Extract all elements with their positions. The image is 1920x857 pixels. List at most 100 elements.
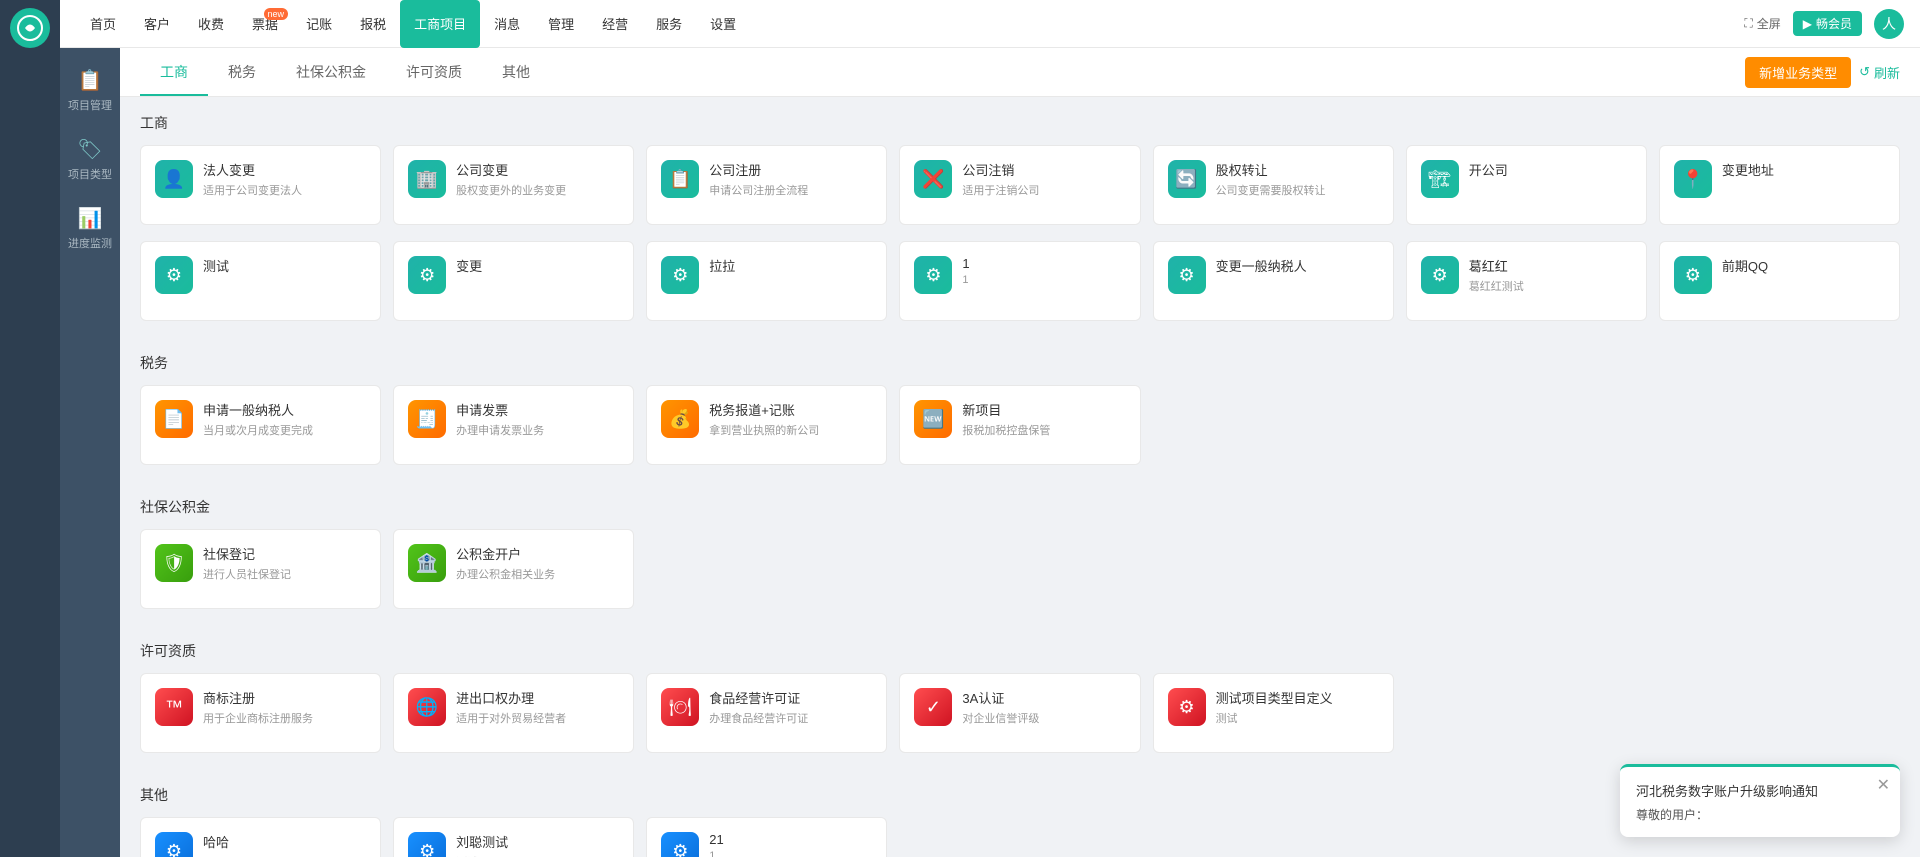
refresh-button[interactable]: ↺ 刷新 (1859, 63, 1900, 82)
card-desc: 进行人员社保登记 (203, 566, 366, 582)
nav-fee[interactable]: 收费 (184, 0, 238, 48)
sidebar-item-project-type[interactable]: 🏷 项目类型 (60, 125, 120, 194)
card-title: 3A认证 (962, 688, 1125, 707)
card-tax-report-bookkeeping[interactable]: 💰 税务报道+记账 拿到营业执照的新公司 (646, 385, 887, 465)
card-equity-transfer[interactable]: 🔄 股权转让 公司变更需要股权转让 (1153, 145, 1394, 225)
card-title: 21 (709, 832, 872, 847)
nav-business[interactable]: 工商项目 (400, 0, 480, 48)
equity-transfer-icon: 🔄 (1168, 160, 1206, 198)
card-title: 股权转让 (1216, 160, 1379, 179)
card-company-register[interactable]: 📋 公司注册 申请公司注册全流程 (646, 145, 887, 225)
project-manage-icon: 📋 (78, 68, 103, 93)
card-trademark[interactable]: ™ 商标注册 用于企业商标注册服务 (140, 673, 381, 753)
cards-grid-ss: 🛡 社保登记 进行人员社保登记 🏦 公积金开户 办理公积金相关业务 (140, 529, 1900, 609)
nav-settings[interactable]: 设置 (696, 0, 750, 48)
card-title: 公司注销 (962, 160, 1125, 179)
card-title: 测试项目类型目定义 (1216, 688, 1379, 707)
card-title: 公司变更 (456, 160, 619, 179)
card-title: 税务报道+记账 (709, 400, 872, 419)
card-haha[interactable]: ⚙ 哈哈 (140, 817, 381, 857)
nav-operation[interactable]: 经营 (588, 0, 642, 48)
left-nav: 📋 项目管理 🏷 项目类型 📊 进度监测 (60, 48, 120, 857)
card-change-address[interactable]: 📍 变更地址 (1659, 145, 1900, 225)
card1-icon: ⚙ (914, 256, 952, 294)
tab-license[interactable]: 许可资质 (386, 48, 482, 96)
card-open-company[interactable]: 🏗 开公司 (1406, 145, 1647, 225)
card21-icon: ⚙ (661, 832, 699, 857)
card-legal-change[interactable]: 👤 法人变更 适用于公司变更法人 (140, 145, 381, 225)
progress-icon: 📊 (78, 206, 103, 231)
company-cancel-icon: ❌ (914, 160, 952, 198)
cards-grid-business-1: 👤 法人变更 适用于公司变更法人 🏢 公司变更 股权变更外的业务变更 (140, 145, 1900, 225)
card-change-general-taxpayer[interactable]: ⚙ 变更一般纳税人 (1153, 241, 1394, 321)
card-company-cancel[interactable]: ❌ 公司注销 适用于注销公司 (899, 145, 1140, 225)
card-title: 哈哈 (203, 832, 366, 851)
card-desc: 公司变更需要股权转让 (1216, 182, 1379, 198)
haha-icon: ⚙ (155, 832, 193, 857)
social-register-icon: 🛡 (155, 544, 193, 582)
nav-menu: 首页 客户 收费 票据 new 记账 报税 工商项目 消息 管理 经营 服务 设… (76, 0, 1744, 48)
section-social-security: 社保公积金 🛡 社保登记 进行人员社保登记 🏦 公积金开户 办理公积金相关 (120, 481, 1920, 609)
tab-tax[interactable]: 税务 (208, 48, 276, 96)
new-project-icon: 🆕 (914, 400, 952, 438)
nav-home[interactable]: 首页 (76, 0, 130, 48)
cards-grid-tax: 📄 申请一般纳税人 当月或次月成变更完成 🧾 申请发票 办理申请发票业务 (140, 385, 1900, 465)
card-apply-invoice[interactable]: 🧾 申请发票 办理申请发票业务 (393, 385, 634, 465)
fullscreen-button[interactable]: ⛶ 全屏 (1744, 15, 1780, 32)
card-desc: 拿到营业执照的新公司 (709, 422, 872, 438)
sidebar-item-project-manage[interactable]: 📋 项目管理 (60, 56, 120, 125)
food-license-icon: 🍽 (661, 688, 699, 726)
card-test-type[interactable]: ⚙ 测试项目类型目定义 测试 (1153, 673, 1394, 753)
change-gtp-icon: ⚙ (1168, 256, 1206, 294)
card-desc: 1 (962, 274, 1125, 286)
nav-service[interactable]: 服务 (642, 0, 696, 48)
card-change[interactable]: ⚙ 变更 (393, 241, 634, 321)
card-desc: 用于企业商标注册服务 (203, 710, 366, 726)
member-button[interactable]: ▶ 畅会员 (1793, 11, 1862, 36)
card-apply-general-taxpayer[interactable]: 📄 申请一般纳税人 当月或次月成变更完成 (140, 385, 381, 465)
card-title: 变更地址 (1722, 160, 1885, 179)
sidebar-item-progress[interactable]: 📊 进度监测 (60, 194, 120, 263)
card-lala[interactable]: ⚙ 拉拉 (646, 241, 887, 321)
card-new-project[interactable]: 🆕 新项目 报税加税控盘保管 (899, 385, 1140, 465)
card-test[interactable]: ⚙ 测试 (140, 241, 381, 321)
card-title: 进出口权办理 (456, 688, 619, 707)
qq-icon: ⚙ (1674, 256, 1712, 294)
card-desc: 测试 (1216, 710, 1379, 726)
tab-other[interactable]: 其他 (482, 48, 550, 96)
nav-ticket[interactable]: 票据 new (238, 0, 292, 48)
card-title: 商标注册 (203, 688, 366, 707)
avatar[interactable]: 人 (1874, 9, 1904, 39)
card-import-export[interactable]: 🌐 进出口权办理 适用于对外贸易经营者 (393, 673, 634, 753)
card-1[interactable]: ⚙ 1 1 (899, 241, 1140, 321)
open-company-icon: 🏗 (1421, 160, 1459, 198)
add-business-type-button[interactable]: 新增业务类型 (1745, 57, 1851, 88)
card-3a-cert[interactable]: ✓ 3A认证 对企业信誉评级 (899, 673, 1140, 753)
card-liucong-test[interactable]: ⚙ 刘聪测试 测试 (393, 817, 634, 857)
tab-social-security[interactable]: 社保公积金 (276, 48, 386, 96)
card-provident-fund[interactable]: 🏦 公积金开户 办理公积金相关业务 (393, 529, 634, 609)
card-title: 公司注册 (709, 160, 872, 179)
nav-tax[interactable]: 报税 (346, 0, 400, 48)
card-company-change[interactable]: 🏢 公司变更 股权变更外的业务变更 (393, 145, 634, 225)
card-desc: 1 (709, 850, 872, 857)
nav-customer[interactable]: 客户 (130, 0, 184, 48)
card-qianqi-qq[interactable]: ⚙ 前期QQ (1659, 241, 1900, 321)
app-sidebar (0, 0, 60, 857)
card-food-license[interactable]: 🍽 食品经营许可证 办理食品经营许可证 (646, 673, 887, 753)
tab-business[interactable]: 工商 (140, 48, 208, 96)
card-ge-honghong[interactable]: ⚙ 葛红红 葛红红测试 (1406, 241, 1647, 321)
cards-grid-license: ™ 商标注册 用于企业商标注册服务 🌐 进出口权办理 适用于对外贸易经营者 (140, 673, 1900, 753)
notification-close-button[interactable]: ✕ (1877, 775, 1890, 795)
card-title: 申请发票 (456, 400, 619, 419)
trademark-icon: ™ (155, 688, 193, 726)
nav-message[interactable]: 消息 (480, 0, 534, 48)
card-21[interactable]: ⚙ 21 1 (646, 817, 887, 857)
3a-cert-icon: ✓ (914, 688, 952, 726)
company-change-icon: 🏢 (408, 160, 446, 198)
section-title-license: 许可资质 (140, 641, 1900, 661)
card-social-register[interactable]: 🛡 社保登记 进行人员社保登记 (140, 529, 381, 609)
nav-bookkeeping[interactable]: 记账 (292, 0, 346, 48)
section-title-business: 工商 (140, 113, 1900, 133)
nav-manage[interactable]: 管理 (534, 0, 588, 48)
